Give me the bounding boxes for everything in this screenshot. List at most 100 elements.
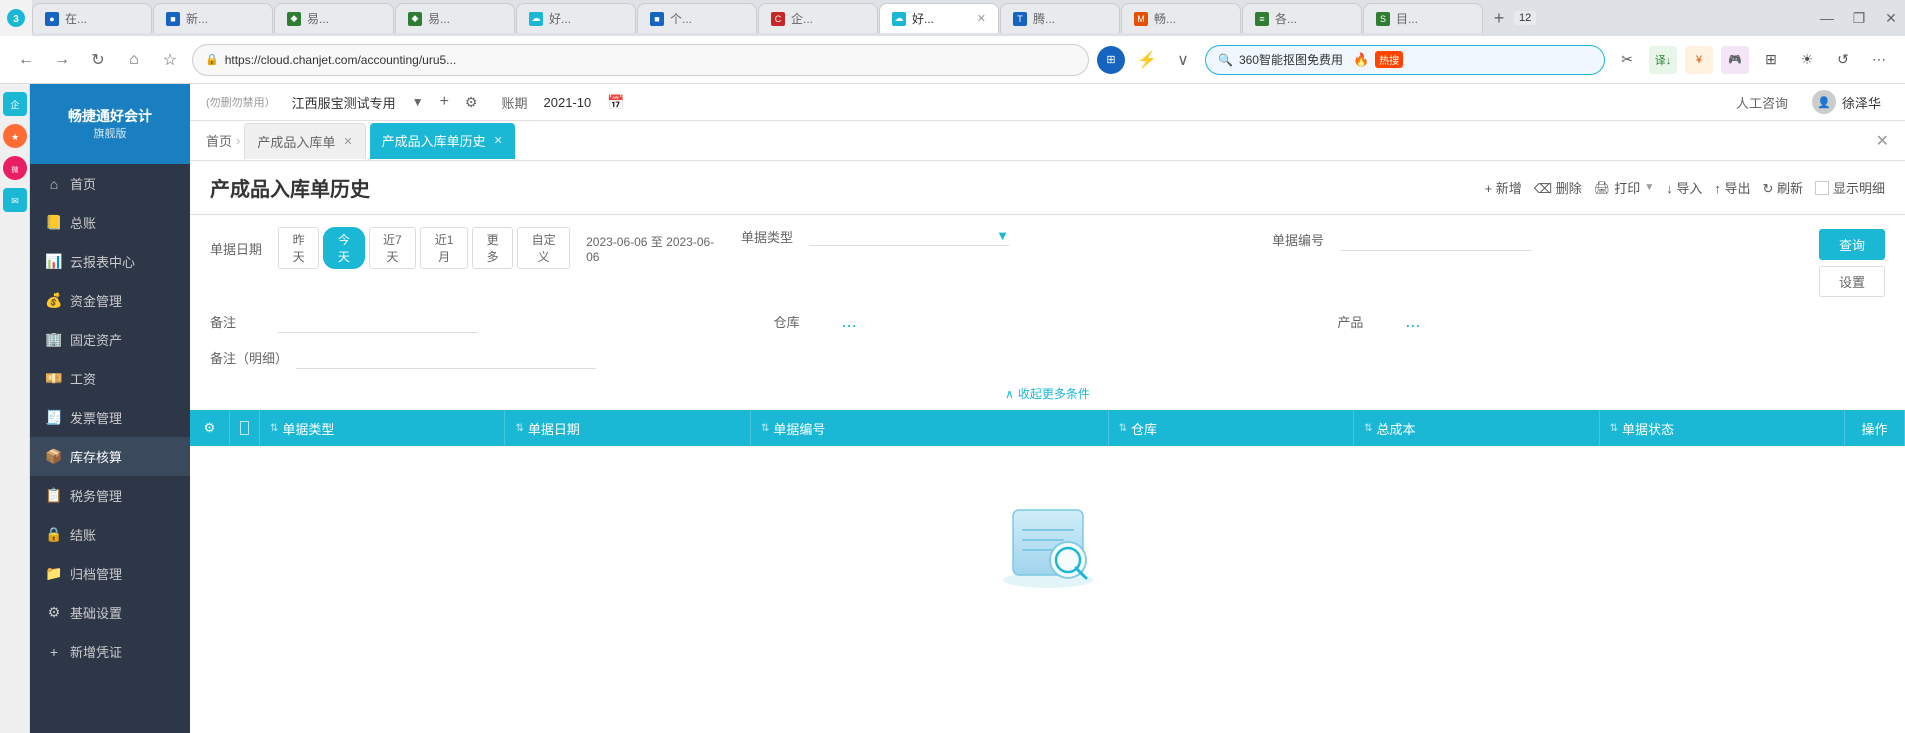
tab-list-page-close[interactable]: ✕ [343,135,352,148]
tab-8-close[interactable]: ✕ [977,12,986,25]
sidebar-item-ledger[interactable]: 📒 总账 [30,203,190,242]
more-icon[interactable]: ⋯ [1865,46,1893,74]
sidebar-item-inventory[interactable]: 📦 库存核算 [30,437,190,476]
back-button[interactable]: ← [12,46,40,74]
grid-icon[interactable]: ⊞ [1757,46,1785,74]
sun-icon[interactable]: ☀ [1793,46,1821,74]
tab-current-page-close[interactable]: ✕ [494,134,503,147]
forward-button[interactable]: → [48,46,76,74]
history-icon[interactable]: ↺ [1829,46,1857,74]
sidebar-item-closing[interactable]: 🔒 结账 [30,515,190,554]
sidebar-item-archive[interactable]: 📁 归档管理 [30,554,190,593]
tab-list-page[interactable]: 产成品入库单 ✕ [244,123,365,159]
date-btn-1month[interactable]: 近1月 [420,227,468,269]
collapse-button[interactable]: ∧ 收起更多条件 [210,377,1885,410]
tab-11[interactable]: ≡ 各... [1242,3,1362,33]
type-dropdown-icon[interactable]: ▼ [996,228,1009,243]
expand-button[interactable]: ∨ [1169,46,1197,74]
search-bar[interactable]: 🔍 360智能抠图免费用 🔥 热搜 [1205,45,1605,75]
tab-10[interactable]: M 畅... [1121,3,1241,33]
setting-button[interactable]: 设置 [1819,266,1885,297]
date-btn-7days[interactable]: 近7天 [369,227,417,269]
th-ops-label: 操作 [1862,419,1888,438]
date-btn-today[interactable]: 今天 [323,227,364,269]
tab-3[interactable]: ◆ 易... [274,3,394,33]
detail-remark-input[interactable] [296,345,596,369]
tab-9[interactable]: T 腾... [1000,3,1120,33]
th-cost[interactable]: ⇅ 总成本 [1354,410,1599,446]
sidebar-item-invoice[interactable]: 🧾 发票管理 [30,398,190,437]
th-type[interactable]: ⇅ 单据类型 [260,410,505,446]
sidebar-item-settings[interactable]: ⚙ 基础设置 [30,593,190,632]
browser-grid-icon[interactable]: ⊞ [1097,46,1125,74]
tab-4[interactable]: ◆ 易... [395,3,515,33]
address-bar[interactable]: 🔒 https://cloud.chanjet.com/accounting/u… [192,44,1089,76]
sidebar-item-payroll[interactable]: 💴 工资 [30,359,190,398]
date-btn-more[interactable]: 更多 [472,227,513,269]
print-button[interactable]: 🖨 打印 ▼ [1594,178,1654,197]
tab-current-page[interactable]: 产成品入库单历史 ✕ [370,123,515,159]
tab-7[interactable]: C 企... [758,3,878,33]
home-button[interactable]: ⌂ [120,46,148,74]
yuan-icon[interactable]: ¥ [1685,46,1713,74]
sidebar-item-fixed[interactable]: 🏢 固定资产 [30,320,190,359]
sidebar-item-report[interactable]: 📊 云报表中心 [30,242,190,281]
date-btn-yesterday[interactable]: 昨天 [278,227,319,269]
date-btn-custom[interactable]: 自定义 [517,227,570,269]
sidebar-app-icon-2[interactable]: ★ [3,124,27,148]
minimize-button[interactable]: — [1813,4,1841,32]
sidebar-item-tax[interactable]: 📋 税务管理 [30,476,190,515]
restore-button[interactable]: ❐ [1845,4,1873,32]
type-filter-select[interactable]: ▼ [809,228,1009,246]
th-settings[interactable]: ⚙ [190,410,230,446]
tab-1[interactable]: ● 在... [32,3,152,33]
refresh-button-page[interactable]: ↻ 刷新 [1762,178,1803,197]
sidebar-app-icon-4[interactable]: ✉ [3,188,27,212]
display-toggle[interactable]: 显示明细 [1815,178,1885,197]
th-date[interactable]: ⇅ 单据日期 [505,410,750,446]
sidebar-item-cash[interactable]: 💰 资金管理 [30,281,190,320]
refresh-button[interactable]: ↻ [84,46,112,74]
bookmark-button[interactable]: ☆ [156,46,184,74]
period-calendar-icon[interactable]: 📅 [607,94,624,111]
add-account-button[interactable]: + [440,93,449,111]
settings-gear-icon[interactable]: ⚙ [465,94,478,111]
sidebar-app-icon-3[interactable]: 微 [3,156,27,180]
number-filter-input[interactable] [1340,227,1532,251]
tab-6[interactable]: ■ 个... [637,3,757,33]
query-button[interactable]: 查询 [1819,229,1885,260]
th-number[interactable]: ⇅ 单据编号 [751,410,1109,446]
header-checkbox[interactable] [240,421,249,435]
th-cost-label: 总成本 [1376,419,1415,438]
new-tab-button[interactable]: + [1484,3,1514,33]
export-button[interactable]: ↑ 导出 [1714,178,1750,197]
tab-2[interactable]: ■ 新... [153,3,273,33]
tab-8[interactable]: ☁ 好... ✕ [879,3,999,33]
breadcrumb-home[interactable]: 首页 [206,131,232,150]
print-dropdown-icon[interactable]: ▼ [1644,182,1654,193]
user-service-label[interactable]: 人工咨询 [1736,93,1788,112]
sidebar-app-icon-1[interactable]: 企 [3,92,27,116]
th-checkbox[interactable] [230,410,260,446]
sidebar-item-home[interactable]: ⌂ 首页 [30,164,190,203]
tab-12[interactable]: S 目... [1363,3,1483,33]
warehouse-filter-dots[interactable]: ... [842,311,857,332]
delete-button[interactable]: ⌫ 删除 [1534,178,1582,197]
tab-5[interactable]: ☁ 好... [516,3,636,33]
translate-icon[interactable]: 译↓ [1649,46,1677,74]
remark-filter-input[interactable] [278,309,478,333]
close-button[interactable]: ✕ [1877,4,1905,32]
account-dropdown-icon[interactable]: ▼ [412,95,424,109]
sidebar-item-newvoucher[interactable]: + 新增凭证 [30,632,190,671]
th-status[interactable]: ⇅ 单据状态 [1600,410,1845,446]
import-button[interactable]: ↓ 导入 [1666,178,1702,197]
scissors-icon[interactable]: ✂ [1613,46,1641,74]
tab-count[interactable]: 12 [1514,11,1536,25]
game-icon[interactable]: 🎮 [1721,46,1749,74]
product-filter-dots[interactable]: ... [1405,311,1420,332]
lightning-icon[interactable]: ⚡ [1133,46,1161,74]
panel-close-x[interactable]: ✕ [1876,131,1889,151]
add-button[interactable]: + 新增 [1485,178,1522,197]
display-checkbox[interactable] [1815,181,1829,195]
th-warehouse[interactable]: ⇅ 仓库 [1109,410,1354,446]
